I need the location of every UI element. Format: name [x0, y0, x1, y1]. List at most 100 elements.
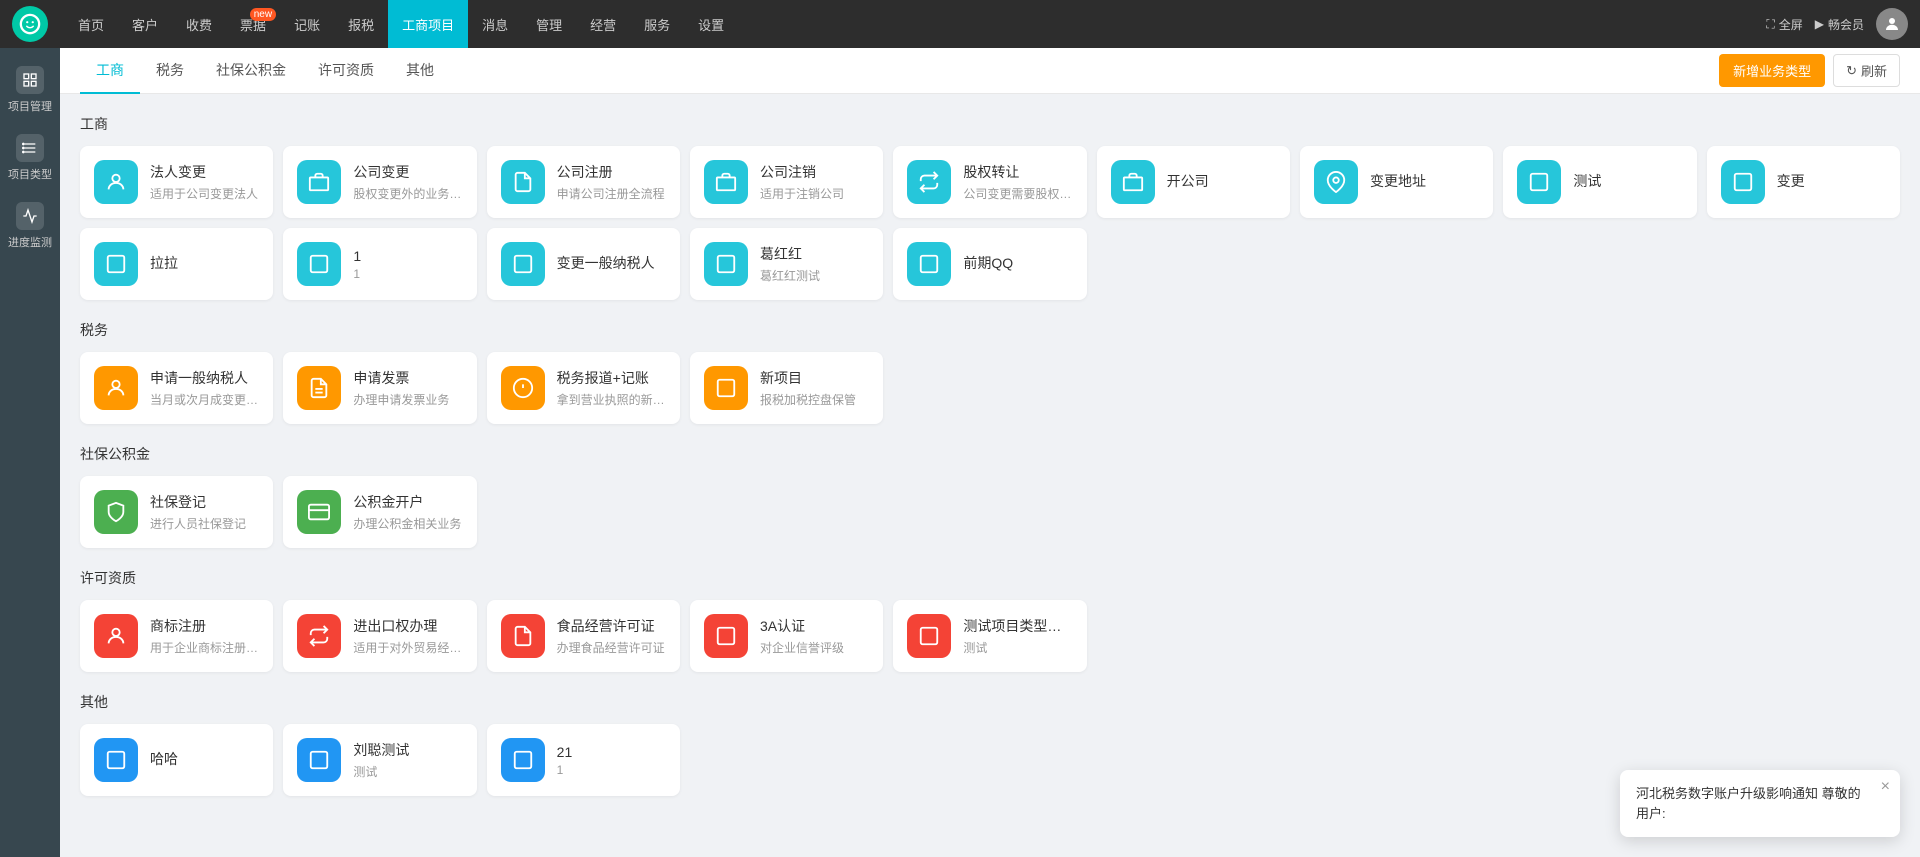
card-3a-renzheng[interactable]: 3A认证 对企业信誉评级 — [690, 600, 883, 672]
card-shuiwu-baodao[interactable]: 税务报道+记账 拿到营业执照的新公司 — [487, 352, 680, 424]
card-icon — [501, 738, 545, 782]
card-icon — [297, 738, 341, 782]
card-icon — [94, 242, 138, 286]
card-liucong-ceshi[interactable]: 刘聪测试 测试 — [283, 724, 476, 796]
card-shipin-xuke[interactable]: 食品经营许可证 办理食品经营许可证 — [487, 600, 680, 672]
card-1[interactable]: 1 1 — [283, 228, 476, 300]
card-gongsi-zhuce[interactable]: 公司注册 申请公司注册全流程 — [487, 146, 680, 218]
card-icon — [907, 242, 951, 286]
nav-bookkeeping[interactable]: 记账 — [280, 0, 334, 48]
card-gongjijin-kaihu[interactable]: 公积金开户 办理公积金相关业务 — [283, 476, 476, 548]
card-icon — [501, 366, 545, 410]
card-shenqing-yiban[interactable]: 申请一般纳税人 当月或次月成变更完成 — [80, 352, 273, 424]
main-layout: 项目管理 项目类型 进度监测 工商 税务 社保公积金 许可资质 其他 新增业务类… — [0, 48, 1920, 857]
tab-xuke[interactable]: 许可资质 — [302, 48, 390, 94]
card-icon — [94, 366, 138, 410]
nav-message[interactable]: 消息 — [468, 0, 522, 48]
refresh-icon: ↻ — [1846, 63, 1857, 79]
sidebar-item-progress-monitor[interactable]: 进度监测 — [0, 192, 60, 260]
nav-manage[interactable]: 管理 — [522, 0, 576, 48]
card-text: 公司注册 申请公司注册全流程 — [557, 162, 666, 202]
card-haha[interactable]: 哈哈 — [80, 724, 273, 796]
card-icon — [1517, 160, 1561, 204]
card-faren-biangeng[interactable]: 法人变更 适用于公司变更法人 — [80, 146, 273, 218]
card-text: 葛红红 葛红红测试 — [760, 244, 869, 284]
notification-close-btn[interactable]: × — [1881, 778, 1890, 796]
card-ceshi[interactable]: 测试 — [1503, 146, 1696, 218]
card-gongsi-biangeng[interactable]: 公司变更 股权变更外的业务变更 — [283, 146, 476, 218]
scroll-content: 工商 法人变更 适用于公司变更法人 公司变更 — [60, 94, 1920, 857]
tab-gongshang[interactable]: 工商 — [80, 48, 140, 94]
card-text: 测试项目类型目定义 测试 — [963, 616, 1072, 656]
card-icon — [704, 614, 748, 658]
nav-billing[interactable]: 收费 — [172, 0, 226, 48]
nav-invoice[interactable]: 票据 new — [226, 0, 280, 48]
section-title-shebao: 社保公积金 — [80, 444, 1900, 464]
card-jinchukouquan[interactable]: 进出口权办理 适用于对外贸易经营者 — [283, 600, 476, 672]
card-icon — [94, 490, 138, 534]
vip-btn[interactable]: ▶ 畅会员 — [1815, 16, 1864, 33]
sidebar-item-project-manage[interactable]: 项目管理 — [0, 56, 60, 124]
nav-operation[interactable]: 经营 — [576, 0, 630, 48]
nav-tax[interactable]: 报税 — [334, 0, 388, 48]
card-icon — [704, 366, 748, 410]
topnav-right: ⛶ 全屏 ▶ 畅会员 — [1766, 8, 1908, 40]
card-xin-xiangmu[interactable]: 新项目 报税加税控盘保管 — [690, 352, 883, 424]
card-biangeng-yiban[interactable]: 变更一般纳税人 — [487, 228, 680, 300]
nav-settings[interactable]: 设置 — [684, 0, 738, 48]
card-text: 刘聪测试 测试 — [353, 740, 462, 780]
card-text: 公司变更 股权变更外的业务变更 — [353, 162, 462, 202]
card-icon — [704, 160, 748, 204]
nav-customer[interactable]: 客户 — [118, 0, 172, 48]
card-icon — [1314, 160, 1358, 204]
card-shenqing-fapiao[interactable]: 申请发票 办理申请发票业务 — [283, 352, 476, 424]
fullscreen-btn[interactable]: ⛶ 全屏 — [1766, 16, 1802, 33]
card-text: 新项目 报税加税控盘保管 — [760, 368, 869, 408]
card-icon — [501, 614, 545, 658]
tab-qita[interactable]: 其他 — [390, 48, 450, 94]
section-title-xuke: 许可资质 — [80, 568, 1900, 588]
card-text: 申请一般纳税人 当月或次月成变更完成 — [150, 368, 259, 408]
app-logo[interactable] — [12, 6, 48, 42]
user-avatar[interactable] — [1876, 8, 1908, 40]
project-type-icon — [16, 134, 44, 162]
content-area: 工商 税务 社保公积金 许可资质 其他 新增业务类型 ↻ 刷新 工商 — [60, 48, 1920, 857]
card-guquan-zhuanrang[interactable]: 股权转让 公司变更需要股权转让 — [893, 146, 1086, 218]
card-shebao-dengji[interactable]: 社保登记 进行人员社保登记 — [80, 476, 273, 548]
card-icon — [297, 160, 341, 204]
card-kai-gongsi[interactable]: 开公司 — [1097, 146, 1290, 218]
gongshang-cards: 法人变更 适用于公司变更法人 公司变更 股权变更外的业务变更 — [80, 146, 1900, 300]
card-icon — [501, 160, 545, 204]
tab-shuiwu[interactable]: 税务 — [140, 48, 200, 94]
refresh-button[interactable]: ↻ 刷新 — [1833, 54, 1900, 87]
section-title-gongshang: 工商 — [80, 114, 1900, 134]
card-text: 变更 — [1777, 171, 1886, 194]
card-gehonghong[interactable]: 葛红红 葛红红测试 — [690, 228, 883, 300]
nav-home[interactable]: 首页 — [64, 0, 118, 48]
card-icon — [297, 366, 341, 410]
new-badge: new — [250, 8, 276, 21]
card-text: 进出口权办理 适用于对外贸易经营者 — [353, 616, 462, 656]
nav-industry[interactable]: 工商项目 — [388, 0, 468, 48]
card-gongsi-zhuxiao[interactable]: 公司注销 适用于注销公司 — [690, 146, 883, 218]
tabbar: 工商 税务 社保公积金 许可资质 其他 新增业务类型 ↻ 刷新 — [60, 48, 1920, 94]
card-ceshi-xiangmu[interactable]: 测试项目类型目定义 测试 — [893, 600, 1086, 672]
card-text: 变更一般纳税人 — [557, 253, 666, 276]
new-type-button[interactable]: 新增业务类型 — [1719, 54, 1825, 87]
card-biangeng[interactable]: 变更 — [1707, 146, 1900, 218]
project-manage-icon — [16, 66, 44, 94]
notification-text: 河北税务数字账户升级影响通知 尊敬的用户: — [1636, 784, 1884, 823]
card-lala[interactable]: 拉拉 — [80, 228, 273, 300]
card-shangbiao-zhuce[interactable]: 商标注册 用于企业商标注册服务 — [80, 600, 273, 672]
card-21[interactable]: 21 1 — [487, 724, 680, 796]
card-text: 商标注册 用于企业商标注册服务 — [150, 616, 259, 656]
xuke-cards: 商标注册 用于企业商标注册服务 进出口权办理 适用于对外贸易经营者 — [80, 600, 1900, 672]
shebao-cards: 社保登记 进行人员社保登记 公积金开户 办理公积金相关业务 — [80, 476, 1900, 548]
nav-service[interactable]: 服务 — [630, 0, 684, 48]
card-icon — [1111, 160, 1155, 204]
card-icon — [1721, 160, 1765, 204]
sidebar-item-project-type[interactable]: 项目类型 — [0, 124, 60, 192]
card-biangeng-dizhi[interactable]: 变更地址 — [1300, 146, 1493, 218]
tab-shebao[interactable]: 社保公积金 — [200, 48, 302, 94]
card-qianqi-qq[interactable]: 前期QQ — [893, 228, 1086, 300]
